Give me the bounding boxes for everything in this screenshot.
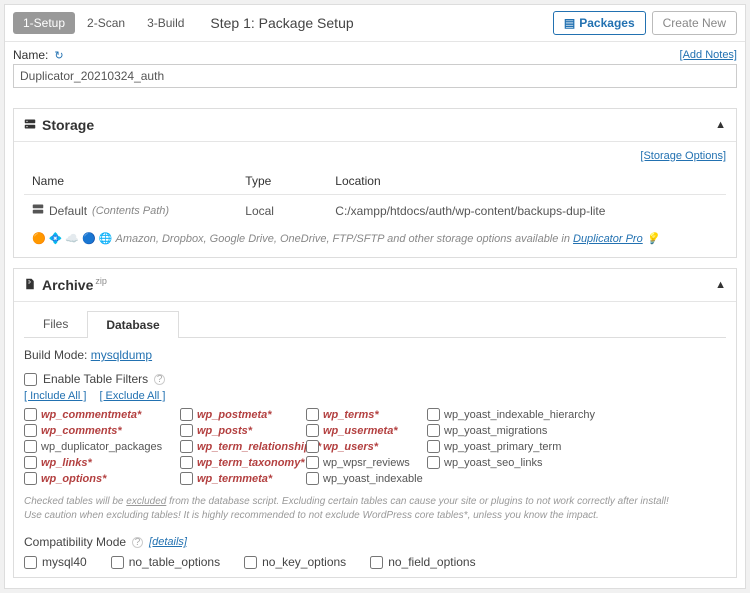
storage-panel-header[interactable]: Storage ▲ bbox=[14, 109, 736, 142]
step-2[interactable]: 2-Scan bbox=[77, 12, 135, 34]
archive-box-icon: ▤ bbox=[564, 16, 575, 30]
file-archive-icon bbox=[24, 277, 36, 293]
table-checkbox-wp-term-taxonomy[interactable]: wp_term_taxonomy* bbox=[180, 456, 300, 469]
include-all-link[interactable]: [ Include All ] bbox=[24, 390, 86, 402]
compat-no-table-options[interactable]: no_table_options bbox=[111, 555, 220, 569]
package-name-input[interactable] bbox=[13, 64, 737, 88]
archive-format: zip bbox=[95, 276, 107, 286]
server-icon bbox=[32, 203, 44, 218]
table-checkbox-wp-wpsr-reviews[interactable]: wp_wpsr_reviews bbox=[306, 456, 421, 469]
compat-details-link[interactable]: [details] bbox=[149, 536, 187, 548]
refresh-icon[interactable]: ↻ bbox=[54, 49, 63, 62]
table-checkbox-wp-yoast-migrations[interactable]: wp_yoast_migrations bbox=[427, 424, 612, 437]
amazon-icon: 🟠 bbox=[32, 232, 46, 245]
name-label: Name: bbox=[13, 48, 48, 62]
table-checkbox-wp-duplicator-packages[interactable]: wp_duplicator_packages bbox=[24, 440, 174, 453]
step-1[interactable]: 1-Setup bbox=[13, 12, 75, 34]
table-checkbox-wp-comments[interactable]: wp_comments* bbox=[24, 424, 174, 437]
storage-type: Local bbox=[237, 195, 327, 227]
build-mode-label: Build Mode: bbox=[24, 348, 87, 362]
table-checkbox-wp-options[interactable]: wp_options* bbox=[24, 472, 174, 485]
server-icon bbox=[24, 117, 36, 133]
table-checkbox-wp-yoast-primary-term[interactable]: wp_yoast_primary_term bbox=[427, 440, 612, 453]
storage-promo: 🟠 💠 ☁️ 🔵 🌐 Amazon, Dropbox, Google Drive… bbox=[24, 226, 726, 249]
lightbulb-icon: 💡 bbox=[646, 232, 660, 245]
collapse-icon: ▲ bbox=[715, 279, 726, 291]
archive-panel: Archive zip ▲ Files Database Build Mode:… bbox=[13, 268, 737, 578]
table-checkbox-wp-users[interactable]: wp_users* bbox=[306, 440, 421, 453]
col-location: Location bbox=[327, 168, 726, 195]
archive-title: Archive bbox=[42, 277, 93, 293]
table-checkbox-wp-term-relationships[interactable]: wp_term_relationships* bbox=[180, 440, 300, 453]
compat-mysql40[interactable]: mysql40 bbox=[24, 555, 87, 569]
exclude-all-link[interactable]: [ Exclude All ] bbox=[99, 390, 165, 402]
table-checkbox-wp-yoast-indexable-hierarchy[interactable]: wp_yoast_indexable_hierarchy bbox=[427, 408, 612, 421]
tables-grid: wp_commentmeta* wp_postmeta* wp_terms* wp_y… bbox=[24, 408, 726, 485]
storage-title: Storage bbox=[42, 117, 94, 133]
help-icon[interactable]: ? bbox=[132, 537, 143, 548]
duplicator-pro-link[interactable]: Duplicator Pro bbox=[573, 233, 643, 245]
compat-no-key-options[interactable]: no_key_options bbox=[244, 555, 346, 569]
storage-table: Name Type Location Default bbox=[24, 168, 726, 226]
table-checkbox-wp-postmeta[interactable]: wp_postmeta* bbox=[180, 408, 300, 421]
tab-files[interactable]: Files bbox=[24, 310, 87, 337]
collapse-icon: ▲ bbox=[715, 119, 726, 131]
wizard-topbar: 1-Setup 2-Scan 3-Build Step 1: Package S… bbox=[5, 5, 745, 42]
table-checkbox-wp-links[interactable]: wp_links* bbox=[24, 456, 174, 469]
storage-options-link[interactable]: [Storage Options] bbox=[24, 150, 726, 162]
storage-path-note: (Contents Path) bbox=[92, 205, 169, 217]
add-notes-link[interactable]: [Add Notes] bbox=[680, 49, 737, 61]
table-checkbox-wp-termmeta[interactable]: wp_termmeta* bbox=[180, 472, 300, 485]
build-mode-link[interactable]: mysqldump bbox=[91, 348, 152, 362]
col-name: Name bbox=[24, 168, 237, 195]
col-type: Type bbox=[237, 168, 327, 195]
table-checkbox-wp-terms[interactable]: wp_terms* bbox=[306, 408, 421, 421]
help-icon[interactable]: ? bbox=[154, 374, 165, 385]
packages-button[interactable]: ▤ Packages bbox=[553, 11, 646, 35]
storage-location: C:/xampp/htdocs/auth/wp-content/backups-… bbox=[327, 195, 726, 227]
create-new-button[interactable]: Create New bbox=[652, 11, 737, 35]
table-checkbox-wp-usermeta[interactable]: wp_usermeta* bbox=[306, 424, 421, 437]
enable-table-filters-checkbox[interactable] bbox=[24, 373, 37, 386]
step-3[interactable]: 3-Build bbox=[137, 12, 194, 34]
compat-no-field-options[interactable]: no_field_options bbox=[370, 555, 475, 569]
promo-icons: 🟠 💠 ☁️ 🔵 🌐 bbox=[32, 232, 113, 245]
storage-name: Default bbox=[49, 204, 87, 218]
enable-table-filters-label: Enable Table Filters bbox=[43, 372, 148, 386]
page-title: Step 1: Package Setup bbox=[210, 15, 353, 31]
table-row: Default (Contents Path) Local C:/xampp/h… bbox=[24, 195, 726, 227]
dropbox-icon: 💠 bbox=[49, 232, 63, 245]
archive-panel-header[interactable]: Archive zip ▲ bbox=[14, 269, 736, 302]
table-checkbox-wp-yoast-indexable[interactable]: wp_yoast_indexable bbox=[306, 472, 421, 485]
compat-mode-label: Compatibility Mode bbox=[24, 535, 126, 549]
ftp-icon: 🌐 bbox=[99, 232, 113, 245]
gdrive-icon: ☁️ bbox=[65, 232, 79, 245]
table-checkbox-wp-yoast-seo-links[interactable]: wp_yoast_seo_links bbox=[427, 456, 612, 469]
table-checkbox-wp-posts[interactable]: wp_posts* bbox=[180, 424, 300, 437]
onedrive-icon: 🔵 bbox=[82, 232, 96, 245]
storage-panel: Storage ▲ [Storage Options] Name Type Lo… bbox=[13, 108, 737, 258]
tab-database[interactable]: Database bbox=[87, 311, 178, 338]
table-checkbox-wp-commentmeta[interactable]: wp_commentmeta* bbox=[24, 408, 174, 421]
